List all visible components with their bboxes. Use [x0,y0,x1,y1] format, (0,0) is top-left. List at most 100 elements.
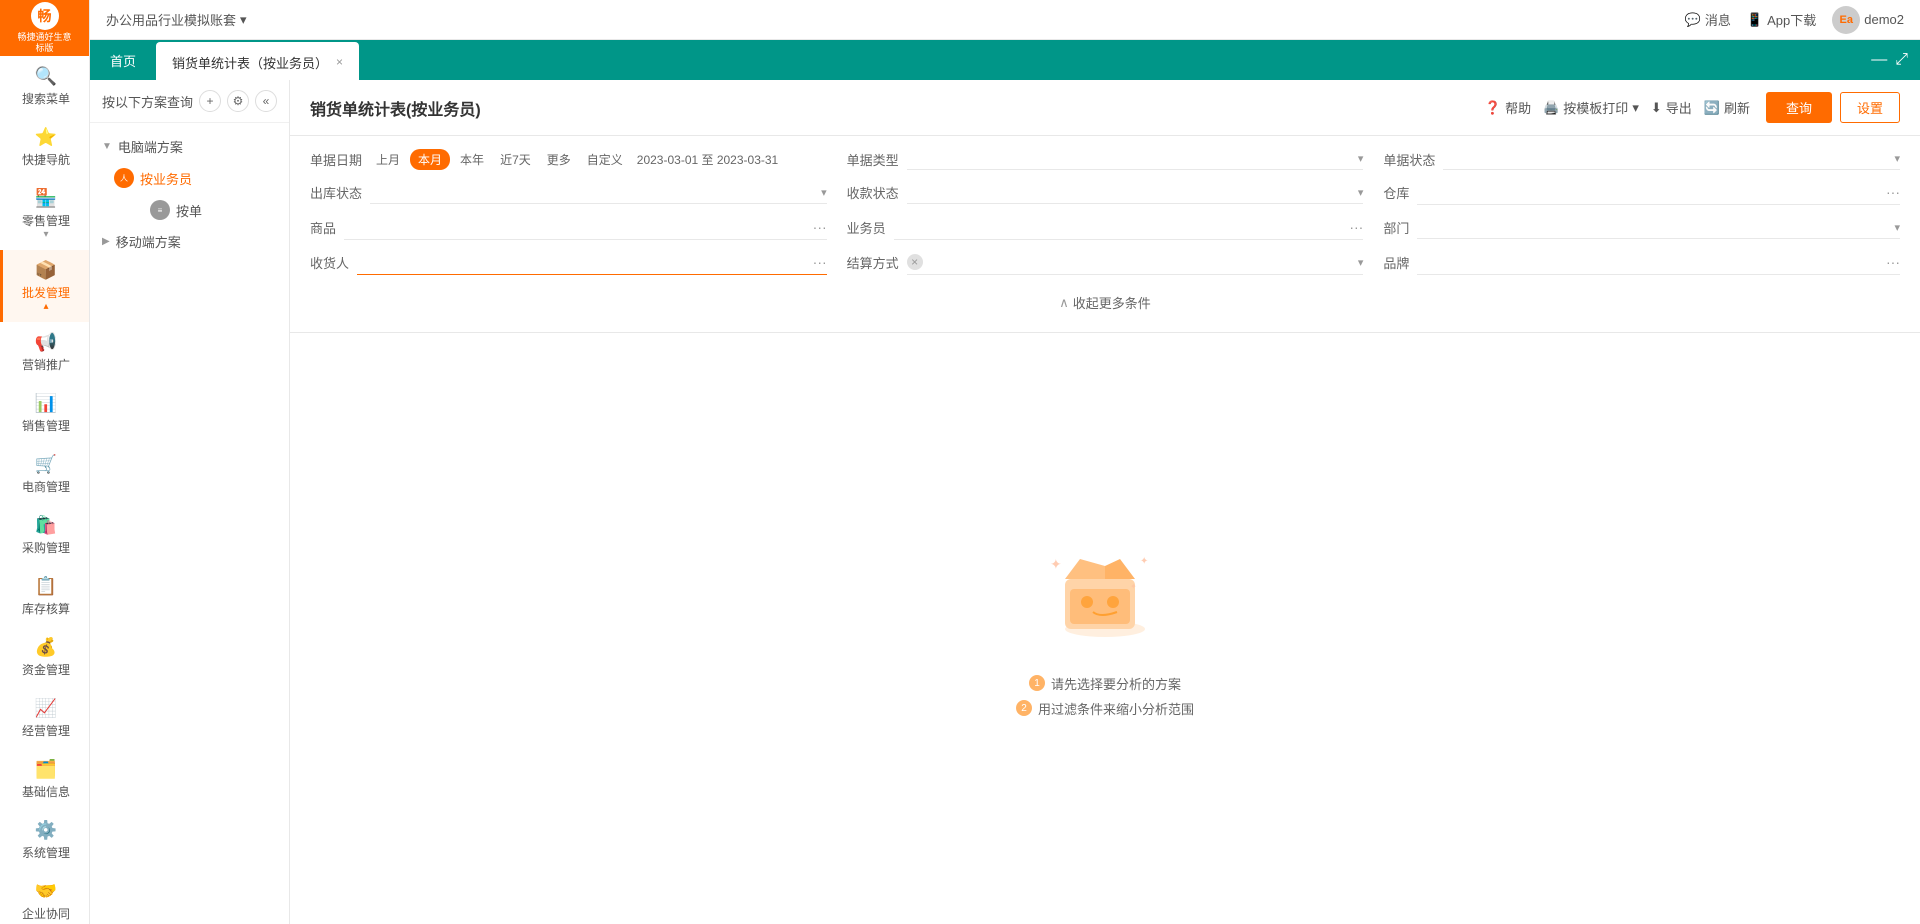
tree-pc-section[interactable]: ▼ 电脑端方案 [90,131,289,162]
salesperson-dots[interactable]: ··· [1349,219,1363,235]
warehouse-input[interactable]: ··· [1417,180,1900,205]
settings-scheme-button[interactable]: ⚙ [227,90,249,112]
filter-warehouse: 仓库 ··· [1383,180,1900,205]
outstatus-arrow-icon: ▾ [821,186,827,199]
sidebar-item-marketing[interactable]: 📢 营销推广 [0,322,90,383]
date-label: 单据日期 [310,150,362,169]
sidebar-item-quicknav[interactable]: ⭐ 快捷导航 [0,117,90,178]
filter-row-1: 单据日期 上月 本月 本年 近7天 更多 自定义 2023-03-01 至 20… [310,148,1900,170]
filter-receiver: 收货人 ··· [310,250,827,275]
filter-payment: 结算方式 × ▾ [847,250,1364,275]
date-btn-last7[interactable]: 近7天 [494,149,537,170]
sidebar-logo[interactable]: 畅 畅捷通好生意标版 [0,0,90,56]
date-btn-custom[interactable]: 自定义 [581,149,629,170]
filter-brand: 品牌 ··· [1383,250,1900,275]
salesperson-input[interactable]: ··· [894,215,1364,240]
date-btn-thisyear[interactable]: 本年 [454,149,490,170]
filter-collectstatus: 收款状态 ▾ [847,182,1364,204]
add-scheme-button[interactable]: + [199,90,221,112]
sidebar-item-finance[interactable]: 💰 资金管理 [0,627,90,688]
receiver-input[interactable]: ··· [357,250,827,275]
payment-clear-icon[interactable]: × [907,254,923,270]
tree-by-order[interactable]: ≡ 按单 [138,194,289,226]
settings-button[interactable]: 设置 [1840,92,1900,123]
brand-dots[interactable]: ··· [1886,254,1900,270]
app-download-button[interactable]: 📱 App下载 [1747,10,1816,29]
product-dots[interactable]: ··· [813,219,827,235]
retail-icon: 🏪 [35,188,57,209]
ecommerce-icon: 🛒 [35,454,57,475]
print-button[interactable]: 🖨️ 按模板打印 ▾ [1543,98,1639,117]
sidebar-item-ecommerce[interactable]: 🛒 电商管理 [0,444,90,505]
collectstatus-select[interactable]: ▾ [907,182,1364,204]
sidebar-item-basic[interactable]: 🗂️ 基础信息 [0,749,90,810]
date-buttons: 上月 本月 本年 近7天 更多 自定义 [370,149,629,170]
date-btn-lastmonth[interactable]: 上月 [370,149,406,170]
export-button[interactable]: ⬇ 导出 [1651,98,1692,117]
collapse-panel-button[interactable]: « [255,90,277,112]
doctype-arrow-icon: ▾ [1358,152,1364,165]
filter-row-2: 出库状态 ▾ 收款状态 ▾ [310,180,1900,205]
filter-row-3: 商品 ··· 业务员 ··· [310,215,1900,240]
sidebar-item-retail-label: 零售管理 [22,212,70,229]
warehouse-dots[interactable]: ··· [1886,184,1900,200]
tree-by-salesperson[interactable]: 人 按业务员 [114,162,289,194]
docstatus-select[interactable]: ▾ [1443,148,1900,170]
salesperson-label: 业务员 [847,218,886,237]
message-icon: 💬 [1685,12,1701,28]
brand-input[interactable]: ··· [1417,250,1900,275]
sidebar-item-wholesale[interactable]: 📦 批发管理 ▴ [0,250,90,322]
empty-tip-2: 2 用过滤条件来缩小分析范围 [1016,699,1194,718]
marketing-icon: 📢 [35,332,57,353]
wholesale-icon: 📦 [35,260,57,281]
sidebar-item-system[interactable]: ⚙️ 系统管理 [0,810,90,871]
message-button[interactable]: 💬 消息 [1685,10,1731,29]
sidebar-item-sales[interactable]: 📊 销售管理 [0,383,90,444]
quicknav-icon: ⭐ [35,127,57,148]
collapse-row: ∧ 收起更多条件 [310,285,1900,320]
outstatus-label: 出库状态 [310,183,362,202]
doctype-select[interactable]: ▾ [907,148,1364,170]
sidebar-item-collab[interactable]: 🤝 企业协同 [0,871,90,924]
salesperson-icon: 人 [114,168,134,188]
tree-pc-children: 人 按业务员 ≡ 按单 [90,162,289,226]
sidebar-item-search[interactable]: 🔍 搜索菜单 [0,56,90,117]
payment-select[interactable]: × ▾ [907,250,1364,275]
date-btn-more[interactable]: 更多 [541,149,577,170]
docstatus-label: 单据状态 [1383,150,1435,169]
tree-section: ▼ 电脑端方案 人 按业务员 ≡ [90,123,289,265]
app-name: 办公用品行业模拟账套 [106,10,236,29]
sidebar-item-retail[interactable]: 🏪 零售管理 ▾ [0,178,90,250]
tab-close-icon[interactable]: × [336,55,343,69]
inventory-icon: 📋 [35,576,57,597]
product-input[interactable]: ··· [344,215,827,240]
user-profile[interactable]: Ea demo2 [1832,6,1904,34]
sidebar-item-ecommerce-label: 电商管理 [22,478,70,495]
filter-dept: 部门 ▾ [1383,217,1900,239]
app-download-label: App下载 [1767,10,1816,29]
sidebar-item-inventory[interactable]: 📋 库存核算 [0,566,90,627]
product-label: 商品 [310,218,336,237]
page-title: 销货单统计表(按业务员) [310,96,481,120]
header-actions: + ⚙ « [199,90,277,112]
order-icon: ≡ [150,200,170,220]
receiver-dots[interactable]: ··· [813,254,827,270]
tab-active[interactable]: 销货单统计表（按业务员） × [156,42,359,82]
tab-minimize-btn[interactable]: — [1871,51,1887,69]
dept-select[interactable]: ▾ [1417,217,1900,239]
sidebar-item-operation[interactable]: 📈 经营管理 [0,688,90,749]
tab-home[interactable]: 首页 [90,40,156,80]
header-right: ❓ 帮助 🖨️ 按模板打印 ▾ ⬇ 导出 🔄 [1485,92,1900,123]
tab-maximize-btn[interactable]: ⤢ [1895,51,1908,69]
app-selector[interactable]: 办公用品行业模拟账套 ▾ [106,10,247,29]
date-btn-thismonth[interactable]: 本月 [410,149,450,170]
tree-mobile-section[interactable]: ▶ 移动端方案 [90,226,289,257]
collapse-button[interactable]: ∧ 收起更多条件 [1059,293,1151,312]
query-button[interactable]: 查询 [1766,92,1832,123]
page-actions: ❓ 帮助 🖨️ 按模板打印 ▾ ⬇ 导出 🔄 [1485,98,1750,117]
sidebar-item-purchase[interactable]: 🛍️ 采购管理 [0,505,90,566]
help-button[interactable]: ❓ 帮助 [1485,98,1531,117]
refresh-button[interactable]: 🔄 刷新 [1704,98,1750,117]
outstatus-select[interactable]: ▾ [370,182,827,204]
payment-arrow-icon: ▾ [1358,256,1364,269]
